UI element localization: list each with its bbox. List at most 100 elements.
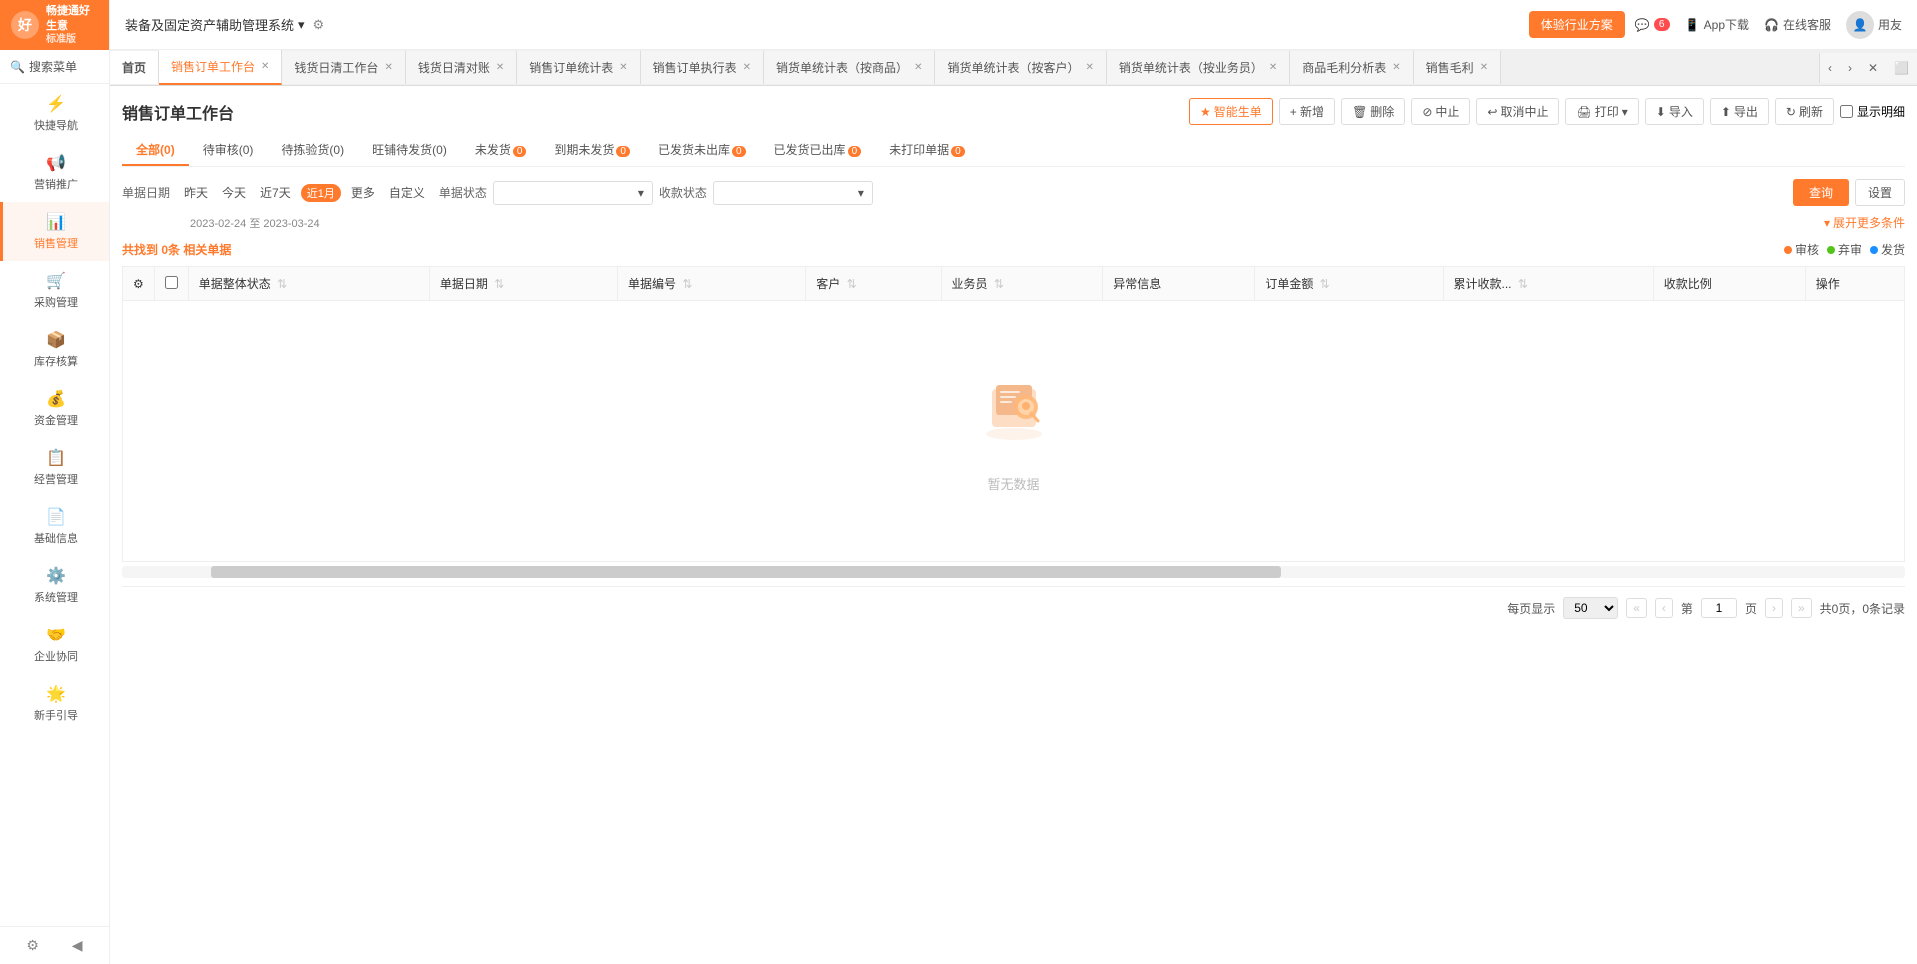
sort-amount-icon[interactable]: ⇅ — [1320, 277, 1330, 291]
user-menu[interactable]: 👤 用友 — [1846, 11, 1902, 39]
search-menu-item[interactable]: 🔍 搜索菜单 — [0, 50, 109, 84]
message-action[interactable]: 💬 6 — [1635, 18, 1670, 32]
tab-sales-stats-by-customer[interactable]: 销货单统计表（按客户） ✕ — [935, 51, 1106, 84]
sort-number-icon[interactable]: ⇅ — [682, 277, 692, 291]
last-page-btn[interactable]: » — [1791, 598, 1812, 618]
sidebar-item-system[interactable]: ⚙️ 系统管理 — [0, 556, 109, 615]
app-download-action[interactable]: 📱 App下载 — [1685, 16, 1749, 33]
review-action[interactable]: 审核 — [1784, 241, 1819, 258]
subtab-not-shipped[interactable]: 未发货0 — [461, 135, 541, 166]
show-detail-checkbox[interactable] — [1840, 105, 1853, 118]
subtab-pending-inspection[interactable]: 待拣验货(0) — [267, 135, 358, 166]
collapse-sidebar-btn[interactable]: ◀ — [72, 937, 83, 954]
query-button[interactable]: 查询 — [1793, 179, 1849, 206]
sort-date-icon[interactable]: ⇅ — [494, 277, 504, 291]
sidebar-item-operations[interactable]: 📋 经营管理 — [0, 438, 109, 497]
online-service-action[interactable]: 🎧 在线客服 — [1764, 16, 1831, 33]
cancel-review-action[interactable]: 弃审 — [1827, 241, 1862, 258]
tab-maximize-btn[interactable]: ⬜ — [1886, 53, 1917, 83]
sidebar-item-inventory[interactable]: 📦 库存核算 — [0, 320, 109, 379]
delete-button[interactable]: 🗑 删除 — [1341, 98, 1405, 125]
system-title-dropdown[interactable]: 装备及固定资产辅助管理系统 ▾ — [125, 15, 305, 34]
sort-status-icon[interactable]: ⇅ — [277, 277, 287, 291]
tab-close-sales-stats-by-customer[interactable]: ✕ — [1085, 62, 1093, 73]
import-button[interactable]: ⬇ 导入 — [1645, 98, 1704, 125]
subtab-not-printed[interactable]: 未打印单据0 — [875, 135, 979, 166]
settings-footer-btn[interactable]: ⚙ — [26, 937, 39, 954]
tab-scroll-right-btn[interactable]: › — [1840, 53, 1860, 83]
tab-sales-order-exec[interactable]: 销售订单执行表 ✕ — [641, 51, 764, 84]
subtab-overdue-not-shipped[interactable]: 到期未发货0 — [540, 135, 644, 166]
tab-close-all-btn[interactable]: ✕ — [1860, 53, 1886, 83]
tab-close-sales-order-exec[interactable]: ✕ — [743, 62, 751, 73]
tab-sales-order-stats[interactable]: 销售订单统计表 ✕ — [517, 51, 640, 84]
tab-close-sales-order-workbench[interactable]: ✕ — [261, 61, 269, 72]
tab-sales-order-workbench[interactable]: 销售订单工作台 ✕ — [159, 50, 282, 85]
first-page-btn[interactable]: « — [1626, 598, 1647, 618]
sidebar-item-sales[interactable]: 📊 销售管理 — [0, 202, 109, 261]
filter-actions-right: 查询 设置 — [1793, 179, 1905, 206]
refresh-button[interactable]: ↻ 刷新 — [1775, 98, 1834, 125]
date-option-7days[interactable]: 近7天 — [256, 182, 295, 203]
tab-sales-profit[interactable]: 销售毛利 ✕ — [1414, 51, 1501, 84]
tab-scroll-left-btn[interactable]: ‹ — [1820, 53, 1840, 83]
expand-filter-btn[interactable]: ▾ 展开更多条件 — [1824, 214, 1905, 231]
sidebar-item-basic-info[interactable]: 📄 基础信息 — [0, 497, 109, 556]
tab-close-sales-stats-by-product[interactable]: ✕ — [914, 62, 922, 73]
per-page-select[interactable]: 10 20 50 100 — [1563, 597, 1618, 619]
sidebar-item-enterprise[interactable]: 🤝 企业协同 — [0, 615, 109, 674]
horizontal-scrollbar[interactable] — [122, 566, 1905, 578]
cancel-stop-button[interactable]: ↩ 取消中止 — [1476, 98, 1559, 125]
sort-collected-icon[interactable]: ⇅ — [1518, 277, 1528, 291]
tab-cash-daily-workbench[interactable]: 钱货日清工作台 ✕ — [282, 51, 405, 84]
tab-close-sales-profit[interactable]: ✕ — [1480, 62, 1488, 73]
sidebar-item-finance[interactable]: 💰 资金管理 — [0, 379, 109, 438]
tab-close-product-margin[interactable]: ✕ — [1392, 62, 1400, 73]
subtab-pending-review[interactable]: 待审核(0) — [189, 135, 268, 166]
ship-action[interactable]: 发货 — [1870, 241, 1905, 258]
sort-customer-icon[interactable]: ⇅ — [847, 277, 857, 291]
payment-filter-select[interactable]: ▾ — [713, 181, 873, 205]
page-number-input[interactable] — [1701, 598, 1737, 618]
setting-button[interactable]: 设置 — [1855, 179, 1905, 206]
subtab-shipped-out[interactable]: 已发货已出库0 — [760, 135, 876, 166]
date-option-1month[interactable]: 近1月 — [301, 184, 341, 202]
date-option-custom[interactable]: 自定义 — [385, 182, 429, 203]
show-detail-checkbox-label[interactable]: 显示明细 — [1840, 103, 1905, 120]
tab-product-margin[interactable]: 商品毛利分析表 ✕ — [1290, 51, 1413, 84]
tab-close-sales-stats-by-salesman[interactable]: ✕ — [1269, 62, 1277, 73]
subtab-shipped-not-out[interactable]: 已发货未出库0 — [644, 135, 760, 166]
tab-close-sales-order-stats[interactable]: ✕ — [619, 62, 627, 73]
col-settings[interactable]: ⚙ — [123, 267, 155, 301]
tab-close-cash-daily-workbench[interactable]: ✕ — [384, 62, 392, 73]
stop-button[interactable]: ⊘ 中止 — [1411, 98, 1470, 125]
sidebar-item-purchase[interactable]: 🛒 采购管理 — [0, 261, 109, 320]
topbar-settings-icon[interactable]: ⚙ — [313, 17, 325, 33]
date-option-yesterday[interactable]: 昨天 — [180, 182, 212, 203]
next-page-btn[interactable]: › — [1765, 598, 1783, 618]
sidebar-item-guide[interactable]: 🌟 新手引导 — [0, 674, 109, 733]
sales-icon: 📊 — [46, 212, 66, 232]
smart-generate-button[interactable]: ★ 智能生单 — [1189, 98, 1273, 125]
add-button[interactable]: + 新增 — [1279, 98, 1335, 125]
subtab-wangpu-pending-ship[interactable]: 旺铺待发货(0) — [358, 135, 461, 166]
select-all-checkbox[interactable] — [165, 276, 178, 289]
sidebar-item-quick-nav[interactable]: ⚡ 快捷导航 — [0, 84, 109, 143]
industry-solution-button[interactable]: 体验行业方案 — [1529, 11, 1625, 38]
prev-page-btn[interactable]: ‹ — [1655, 598, 1673, 618]
date-option-today[interactable]: 今天 — [218, 182, 250, 203]
tab-close-cash-goods-reconcile[interactable]: ✕ — [496, 62, 504, 73]
export-button[interactable]: ⬆ 导出 — [1710, 98, 1769, 125]
col-status: 单据整体状态 ⇅ — [188, 267, 429, 301]
print-button[interactable]: 🖨 打印 ▾ — [1565, 98, 1638, 125]
sidebar-item-marketing[interactable]: 📢 营销推广 — [0, 143, 109, 202]
scrollbar-thumb[interactable] — [211, 566, 1281, 578]
subtab-all[interactable]: 全部(0) — [122, 135, 189, 166]
tab-sales-stats-by-salesman[interactable]: 销货单统计表（按业务员） ✕ — [1107, 51, 1290, 84]
status-filter-select[interactable]: ▾ — [493, 181, 653, 205]
tab-cash-goods-reconcile[interactable]: 钱货日清对账 ✕ — [406, 51, 517, 84]
tab-sales-stats-by-product[interactable]: 销货单统计表（按商品） ✕ — [764, 51, 935, 84]
tab-home[interactable]: 首页 — [110, 51, 159, 84]
sort-salesman-icon[interactable]: ⇅ — [994, 277, 1004, 291]
date-option-more[interactable]: 更多 — [347, 182, 379, 203]
